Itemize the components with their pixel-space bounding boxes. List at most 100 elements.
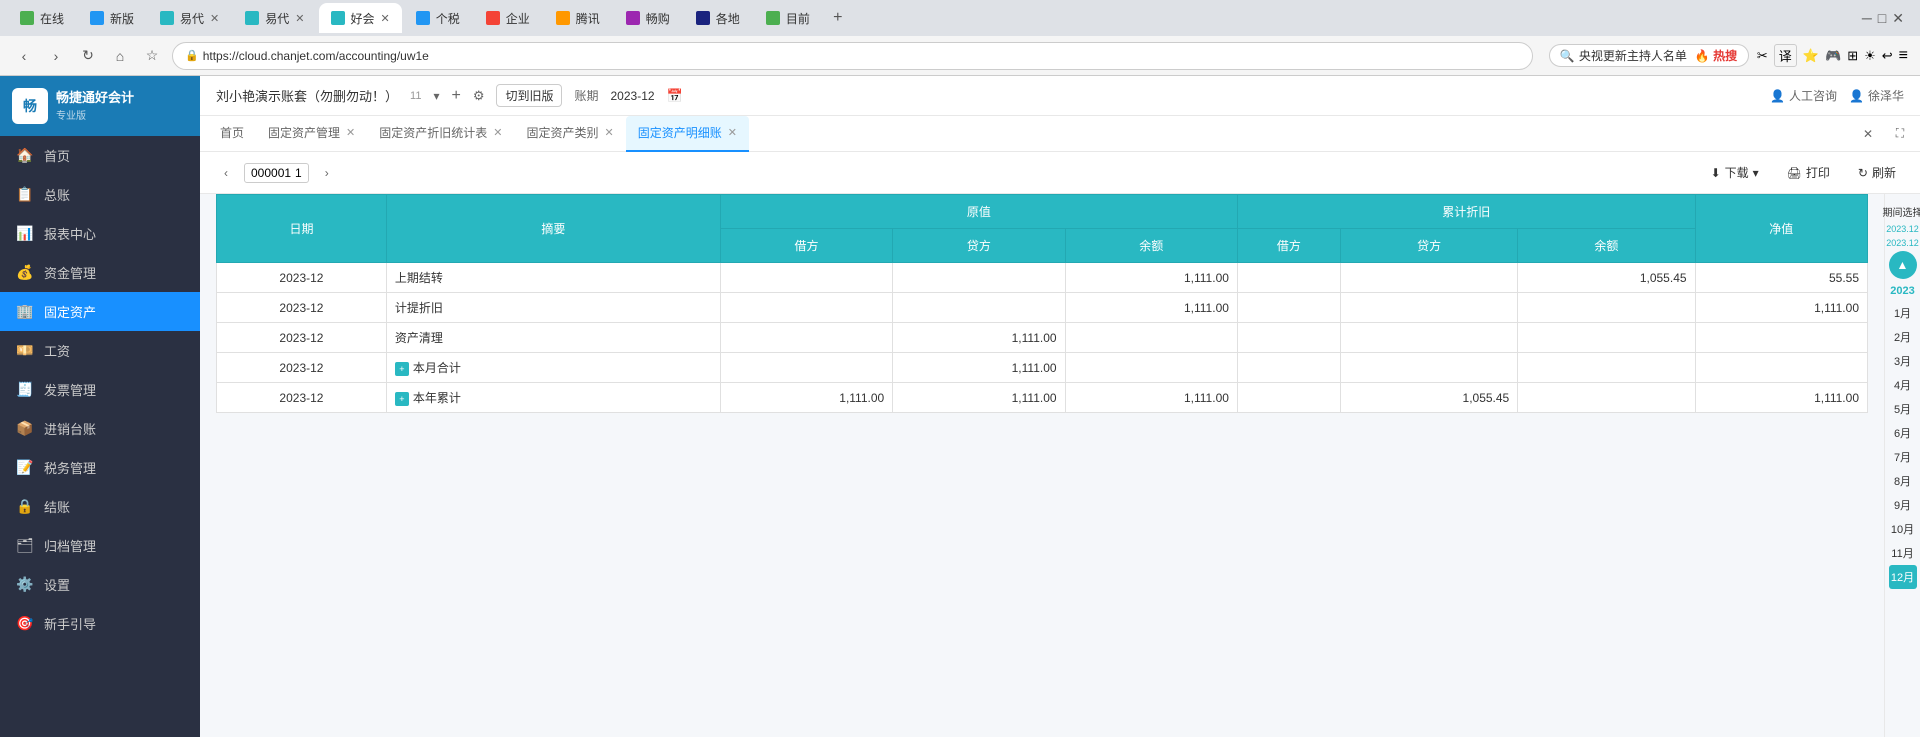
print-btn[interactable]: 🖨 打印 [1779,160,1838,185]
sidebar-item-settings[interactable]: ⚙️ 设置 [0,565,200,604]
star-icon[interactable]: ⭐ [1803,48,1819,64]
prev-page-btn[interactable]: ‹ [216,163,236,183]
period-value: 2023-12 [611,89,655,103]
logo-text: 畅捷通好会计 [56,90,134,107]
period-month-9月[interactable]: 9月 [1889,493,1917,517]
browser-tab-tab7[interactable]: 企业 [474,3,542,33]
sidebar-item-reports[interactable]: 📊 报表中心 [0,214,200,253]
sidebar-icon-funds: 💰 [16,264,34,282]
cell-net-value: 55.55 [1695,263,1867,293]
sidebar-item-archive[interactable]: 🗂 归档管理 [0,526,200,565]
calendar-icon[interactable]: 📅 [667,88,683,104]
cell-summary: 资产清理 [386,323,720,353]
sidebar-item-home[interactable]: 🏠 首页 [0,136,200,175]
home-button[interactable]: ⌂ [108,44,132,68]
game-icon[interactable]: 🎮 [1825,48,1841,64]
address-input[interactable]: 🔒 https://cloud.chanjet.com/accounting/u… [172,42,1533,70]
content-tab-asset-detail[interactable]: 固定资产明细账 ✕ [626,116,749,152]
period-month-8月[interactable]: 8月 [1889,469,1917,493]
sidebar-item-payroll[interactable]: 💴 工资 [0,331,200,370]
content-tab-close-fixed-asset-mgmt[interactable]: ✕ [346,126,355,139]
content-tab-fixed-asset-mgmt[interactable]: 固定资产管理 ✕ [256,116,367,152]
new-tab-button[interactable]: + [824,4,852,32]
back-button[interactable]: ‹ [12,44,36,68]
cell-yz-credit [893,293,1065,323]
tab-close-icon[interactable]: ✕ [295,12,304,25]
period-month-3月[interactable]: 3月 [1889,349,1917,373]
col-yz-debit: 借方 [720,229,892,263]
user-avatar[interactable]: 👤 徐泽华 [1849,87,1904,104]
minimize-button[interactable]: ─ [1862,10,1872,26]
download-btn[interactable]: ⬇ 下载 ▾ [1703,160,1767,185]
undo-icon[interactable]: ↩ [1882,48,1893,64]
sidebar-item-funds[interactable]: 💰 资金管理 [0,253,200,292]
period-month-2月[interactable]: 2月 [1889,325,1917,349]
period-month-11月[interactable]: 11月 [1889,541,1917,565]
browser-tab-tab8[interactable]: 腾讯 [544,3,612,33]
period-month-12月[interactable]: 12月 [1889,565,1917,589]
period-month-10月[interactable]: 10月 [1889,517,1917,541]
sidebar-item-tax[interactable]: 📝 税务管理 [0,448,200,487]
sidebar-item-closing[interactable]: 🔒 结账 [0,487,200,526]
cell-yz-balance: 1,111.00 [1065,383,1237,413]
browser-tab-tab10[interactable]: 各地 [684,3,752,33]
refresh-btn[interactable]: ↻ 刷新 [1850,160,1904,185]
sidebar-icon-payroll: 💴 [16,342,34,360]
collapse-icon[interactable]: ✕ [1856,122,1880,146]
cell-lj-debit [1237,323,1340,353]
switch-version-btn[interactable]: 切到旧版 [496,84,562,107]
dropdown-btn[interactable]: ▾ [433,89,439,103]
tab-label: 新版 [110,10,134,27]
sidebar-item-fixed-assets[interactable]: 🏢 固定资产 [0,292,200,331]
sidebar-item-ledger[interactable]: 📋 总账 [0,175,200,214]
col-yz-credit: 贷方 [893,229,1065,263]
content-tab-label-fixed-asset-mgmt: 固定资产管理 [268,124,340,141]
period-month-4月[interactable]: 4月 [1889,373,1917,397]
bookmark-button[interactable]: ☆ [140,44,164,68]
sidebar-item-invoice[interactable]: 🧾 发票管理 [0,370,200,409]
maximize-button[interactable]: □ [1878,10,1886,26]
browser-tab-tab1[interactable]: 在线 [8,3,76,33]
content-tab-depreciation-stats[interactable]: 固定资产折旧统计表 ✕ [367,116,514,152]
browser-tab-tab3[interactable]: 易代 ✕ [148,3,231,33]
reload-button[interactable]: ↻ [76,44,100,68]
period-month-6月[interactable]: 6月 [1889,421,1917,445]
browser-tab-tab11[interactable]: 目前 [754,3,822,33]
browser-tab-tab2[interactable]: 新版 [78,3,146,33]
expand-icon[interactable]: ⛶ [1888,122,1912,146]
browser-tab-tab5[interactable]: 好会 ✕ [319,3,402,33]
consult-btn[interactable]: 👤 人工咨询 [1770,87,1837,104]
col-leiji: 累计折旧 [1237,195,1695,229]
cell-yz-balance: 1,111.00 [1065,263,1237,293]
scroll-up-btn[interactable]: ▲ [1889,251,1917,279]
table-row: 2023-12 计提折旧 1,111.00 1,111.00 [217,293,1868,323]
period-month-7月[interactable]: 7月 [1889,445,1917,469]
content-tab-close-asset-category[interactable]: ✕ [605,126,614,139]
translate-icon[interactable]: 译 [1774,44,1797,67]
browser-tab-tab6[interactable]: 个税 [404,3,472,33]
period-month-1月[interactable]: 1月 [1889,301,1917,325]
content-tab-close-asset-detail[interactable]: ✕ [728,126,737,139]
cell-lj-credit [1340,353,1517,383]
grid-icon[interactable]: ⊞ [1847,48,1858,64]
brightness-icon[interactable]: ☀ [1864,48,1876,64]
settings-small-btn[interactable]: ⚙ [473,88,485,104]
tab-close-icon[interactable]: ✕ [210,12,219,25]
cell-date: 2023-12 [217,353,387,383]
content-tab-home[interactable]: 首页 [208,116,256,152]
browser-tab-tab9[interactable]: 畅购 [614,3,682,33]
close-button[interactable]: ✕ [1892,10,1904,27]
cell-lj-debit [1237,353,1340,383]
sidebar-item-guide[interactable]: 🎯 新手引导 [0,604,200,643]
next-page-btn[interactable]: › [317,163,337,183]
tab-close-icon[interactable]: ✕ [381,12,390,25]
content-tab-asset-category[interactable]: 固定资产类别 ✕ [514,116,625,152]
content-tab-close-depreciation-stats[interactable]: ✕ [493,126,502,139]
menu-icon[interactable]: ≡ [1899,47,1908,65]
scissors-icon[interactable]: ✂ [1757,48,1768,64]
period-month-5月[interactable]: 5月 [1889,397,1917,421]
sidebar-item-inventory[interactable]: 📦 进销台账 [0,409,200,448]
add-account-btn[interactable]: + [451,87,460,105]
browser-tab-tab4[interactable]: 易代 ✕ [233,3,316,33]
forward-button[interactable]: › [44,44,68,68]
